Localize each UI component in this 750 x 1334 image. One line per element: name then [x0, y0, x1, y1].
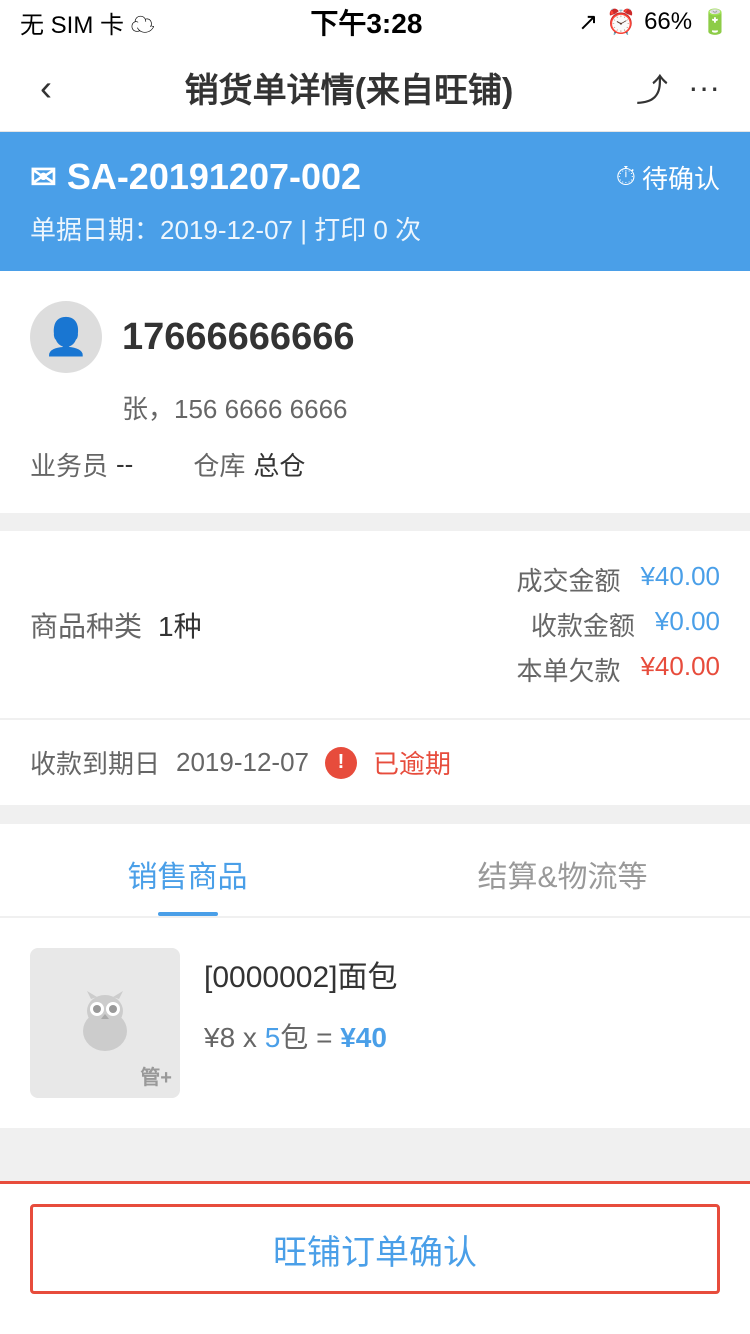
- product-unit: 包: [280, 1022, 308, 1053]
- salesperson-value: --: [116, 449, 133, 480]
- product-total: ¥40: [340, 1022, 387, 1053]
- received-label: 收款金额: [531, 606, 635, 643]
- received-value: ¥0.00: [655, 606, 720, 643]
- status-bar-time: 下午3:28: [310, 2, 422, 42]
- sim-status: 无 SIM 卡 ☁: [20, 5, 155, 40]
- nav-actions: ⤴ ···: [636, 65, 720, 111]
- separator-2: [0, 808, 750, 824]
- warehouse-value: 总仓: [253, 446, 305, 483]
- status-bar-left: 无 SIM 卡 ☁: [20, 5, 155, 40]
- warehouse-label: 仓库: [193, 446, 245, 483]
- back-button[interactable]: ‹: [30, 57, 62, 119]
- product-thumbnail: 管+: [30, 948, 180, 1098]
- due-section: 收款到期日 2019-12-07 ! 已逾期: [0, 720, 750, 806]
- order-status: ⏱ 待确认: [616, 159, 720, 196]
- separator-1: [0, 515, 750, 531]
- status-bar-right: ↗ ⏰ 66% 🔋: [578, 8, 730, 37]
- customer-meta: 业务员 -- 仓库 总仓: [30, 446, 720, 483]
- warehouse-field: 仓库 总仓: [193, 446, 305, 483]
- order-date: 单据日期：2019-12-07 | 打印 0 次: [30, 210, 720, 247]
- status-label: 待确认: [642, 159, 720, 196]
- amount-label: 成交金额: [516, 561, 620, 598]
- product-name: [0000002]面包: [204, 952, 720, 996]
- page-title: 销货单详情(来自旺铺): [62, 63, 636, 112]
- salesperson-field: 业务员 --: [30, 446, 133, 483]
- tabs-section: 销售商品 结算&物流等: [0, 824, 750, 916]
- tab-settlement[interactable]: 结算&物流等: [375, 824, 750, 916]
- more-button[interactable]: ···: [688, 69, 720, 106]
- order-id: ✉ SA-20191207-002: [30, 156, 361, 198]
- product-logo-icon: [65, 983, 145, 1063]
- salesperson-label: 业务员: [30, 446, 108, 483]
- order-icon: ✉: [30, 158, 57, 196]
- tab-products[interactable]: 销售商品: [0, 824, 375, 916]
- customer-name: 张，156 6666 6666: [30, 389, 720, 426]
- product-price-row: ¥8 x 5包 = ¥40: [204, 1016, 720, 1056]
- product-info: [0000002]面包 ¥8 x 5包 = ¥40: [204, 948, 720, 1056]
- overdue-text: 已逾期: [373, 744, 451, 781]
- due-label: 收款到期日: [30, 744, 160, 781]
- avatar: 👤: [30, 301, 102, 373]
- kind-label: 商品种类: [30, 605, 142, 645]
- product-equals: =: [308, 1022, 340, 1053]
- owe-value: ¥40.00: [640, 651, 720, 688]
- battery-level: 66%: [644, 8, 692, 36]
- summary-section: 商品种类 1种 成交金额 ¥40.00 收款金额 ¥0.00 本单欠款 ¥40.…: [0, 531, 750, 718]
- alarm-icon: ⏰: [606, 8, 636, 37]
- customer-section: 👤 17666666666 张，156 6666 6666 业务员 -- 仓库 …: [0, 271, 750, 513]
- share-button[interactable]: ⤴: [636, 65, 668, 111]
- confirm-order-button[interactable]: 旺铺订单确认: [30, 1204, 720, 1294]
- order-header-card: ✉ SA-20191207-002 ⏱ 待确认 单据日期：2019-12-07 …: [0, 132, 750, 271]
- due-date: 2019-12-07: [176, 747, 309, 778]
- battery-icon: 🔋: [700, 8, 730, 37]
- product-brand-label: 管+: [140, 1061, 172, 1090]
- product-qty: 5: [265, 1022, 281, 1053]
- amount-value: ¥40.00: [640, 561, 720, 598]
- location-icon: ↗: [578, 8, 598, 37]
- customer-phone: 17666666666: [122, 316, 354, 359]
- status-clock-icon: ⏱: [616, 161, 636, 193]
- product-price: ¥8 x: [204, 1022, 265, 1053]
- kind-value: 1种: [158, 605, 202, 645]
- bottom-bar: 旺铺订单确认: [0, 1181, 750, 1334]
- overdue-icon: !: [325, 747, 357, 779]
- product-item: 管+ [0000002]面包 ¥8 x 5包 = ¥40: [0, 918, 750, 1128]
- status-bar: 无 SIM 卡 ☁ 下午3:28 ↗ ⏰ 66% 🔋: [0, 0, 750, 44]
- nav-bar: ‹ 销货单详情(来自旺铺) ⤴ ···: [0, 44, 750, 132]
- owe-label: 本单欠款: [516, 651, 620, 688]
- avatar-icon: 👤: [44, 316, 89, 358]
